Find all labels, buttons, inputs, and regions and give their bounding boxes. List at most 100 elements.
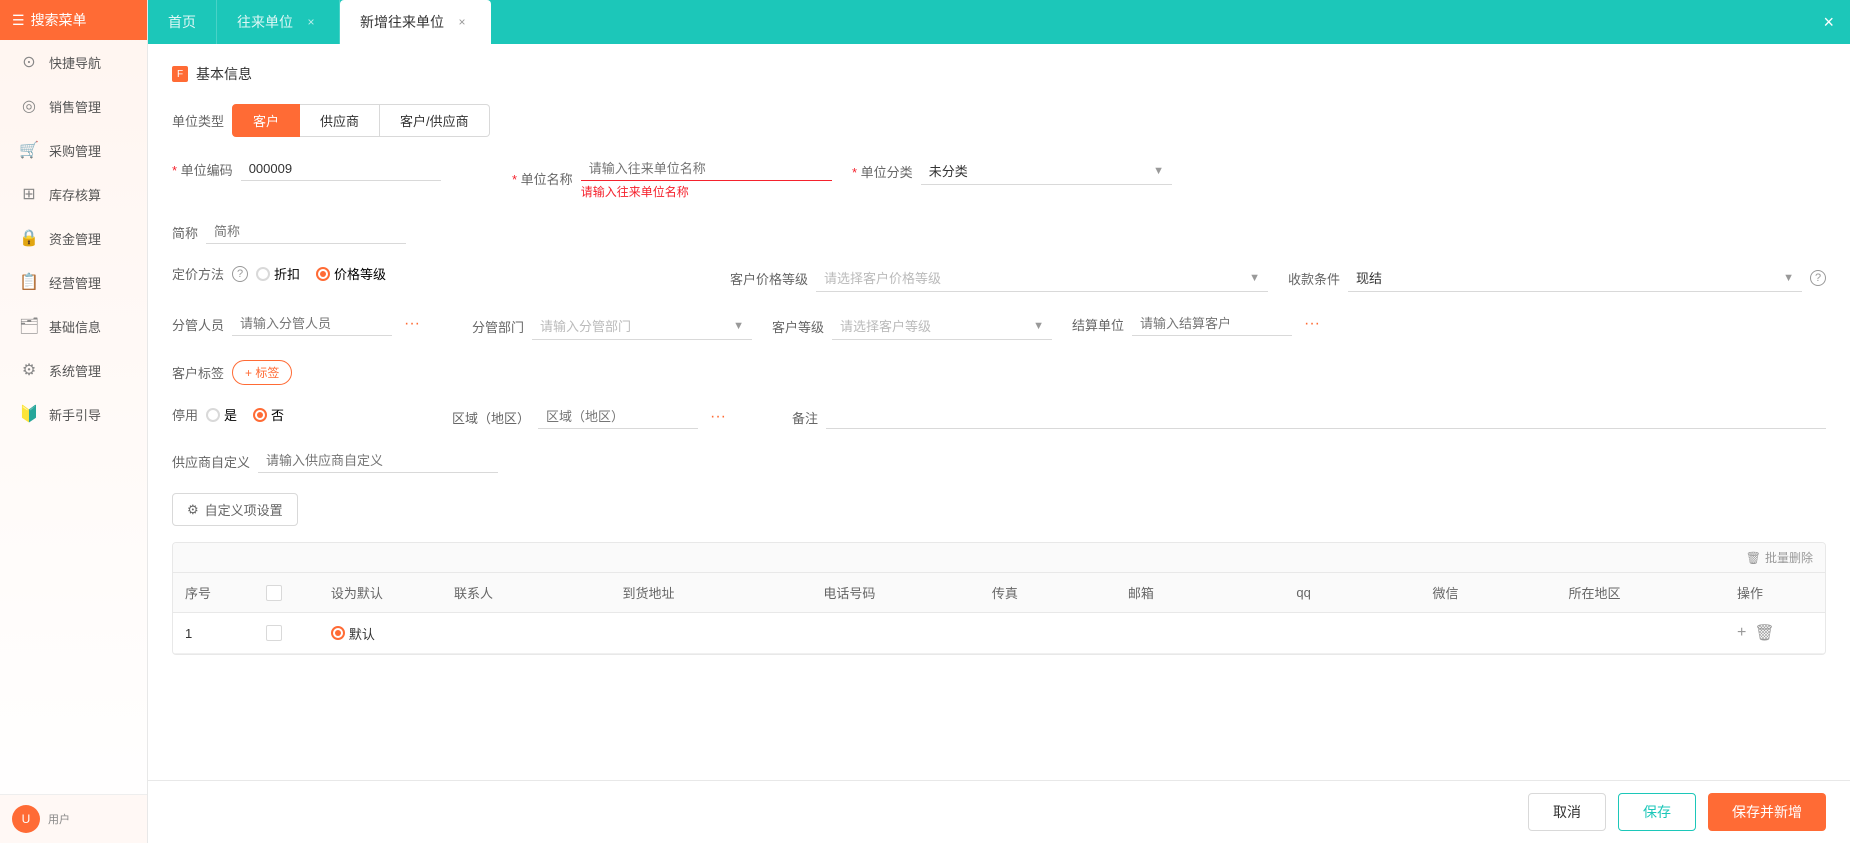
pricing-discount-radio[interactable]: 折扣 [256,264,300,283]
unit-category-select[interactable]: 未分类 ▼ [921,157,1172,185]
row-actions: + 🗑 [1737,623,1813,643]
region-label: 区域（地区） [452,408,530,427]
tab-home[interactable]: 首页 [148,0,217,44]
sidebar-item-finance[interactable]: 🔒 资金管理 [0,216,147,260]
sidebar-item-inventory[interactable]: ⊞ 库存核算 [0,172,147,216]
wechat-input[interactable] [1432,626,1492,641]
manager-dots-button[interactable]: ··· [400,315,424,333]
disable-yes-radio[interactable]: 是 [206,405,237,424]
address-input[interactable] [622,626,722,641]
unit-code-input[interactable] [241,157,441,181]
save-new-button[interactable]: 保存并新增 [1708,793,1826,831]
fax-input[interactable] [992,626,1052,641]
col-checkbox [254,573,319,613]
no-label: 否 [271,405,284,424]
tab-new-partner-close[interactable]: × [454,14,470,30]
header-checkbox[interactable] [266,585,282,601]
qq-input[interactable] [1296,626,1356,641]
region-dots-button[interactable]: ··· [706,408,730,426]
pricing-level-radio[interactable]: 价格等级 [316,264,386,283]
settlement-dots-button[interactable]: ··· [1300,315,1324,333]
unit-name-input[interactable] [581,157,832,181]
tab-partners[interactable]: 往来单位 × [217,0,340,44]
region-input[interactable] [538,405,698,429]
add-tag-button[interactable]: + 标签 [232,360,292,385]
email-input[interactable] [1128,626,1208,641]
manager-input[interactable] [232,312,392,336]
sidebar-item-label: 经营管理 [49,273,101,292]
sidebar-item-basic-info[interactable]: 🗂 基础信息 [0,304,147,348]
default-radio[interactable]: 默认 [331,624,430,643]
save-button[interactable]: 保存 [1618,793,1696,831]
customer-price-level-select[interactable]: 请选择客户价格等级 ▼ [816,264,1268,292]
sidebar-item-operations[interactable]: 📋 经营管理 [0,260,147,304]
supplier-custom-row: 供应商自定义 [172,449,1826,473]
sidebar-item-label: 新手引导 [49,405,101,424]
unit-name-input-group: 请输入往来单位名称 [581,157,832,200]
unit-type-group: 单位类型 客户 供应商 客户/供应商 [172,104,1826,137]
code-name-row: 单位编码 单位名称 请输入往来单位名称 单位分类 未分类 ▼ [172,157,1826,200]
row-checkbox[interactable] [266,625,282,641]
short-name-input[interactable] [206,220,406,244]
unit-category-label: 单位分类 [852,162,913,181]
pricing-radio-group: 折扣 价格等级 [256,264,386,283]
search-icon: ☰ [12,12,25,29]
custom-settings-button[interactable]: ⚙ 自定义项设置 [172,493,298,526]
supplier-custom-input[interactable] [258,449,498,473]
note-input[interactable] [826,405,1826,429]
search-menu-button[interactable]: ☰ 搜索菜单 [0,0,147,40]
section-icon: F [172,66,188,82]
tab-new-partner[interactable]: 新增往来单位 × [340,0,491,44]
contact-input[interactable] [454,626,534,641]
pricing-label: 定价方法 [172,264,224,283]
inventory-icon: ⊞ [19,184,39,204]
cell-qq [1284,613,1420,654]
sidebar-item-label: 资金管理 [49,229,101,248]
section-title: 基本信息 [196,64,252,84]
add-row-button[interactable]: + [1737,624,1746,642]
phone-input[interactable] [823,626,903,641]
delete-icon: 🗑 [1746,551,1761,565]
pricing-help-icon[interactable]: ? [232,266,248,282]
row-region-input[interactable] [1569,626,1649,641]
batch-delete-button[interactable]: 🗑 批量删除 [1746,549,1813,566]
col-default: 设为默认 [319,573,442,613]
sidebar-item-system[interactable]: ⚙ 系统管理 [0,348,147,392]
finance-icon: 🔒 [19,228,39,248]
payment-terms-select[interactable]: 现结 ▼ [1348,264,1802,292]
delete-row-button[interactable]: 🗑 [1754,623,1774,643]
main-area: 首页 往来单位 × 新增往来单位 × × F 基本信息 单位类型 客户 供应商 … [148,0,1850,843]
customer-level-select[interactable]: 请选择客户等级 ▼ [832,312,1052,340]
type-btn-both[interactable]: 客户/供应商 [380,104,490,137]
unit-category-group: 单位分类 未分类 ▼ [852,157,1172,185]
sidebar-item-sales[interactable]: ◎ 销售管理 [0,84,147,128]
basic-info-icon: 🗂 [19,316,39,336]
type-btn-supplier[interactable]: 供应商 [300,104,380,137]
tags-group: 客户标签 + 标签 [172,360,1826,385]
chevron-down-icon: ▼ [1033,320,1044,332]
tab-partners-close[interactable]: × [303,14,319,30]
cell-fax [980,613,1116,654]
search-menu-label: 搜索菜单 [31,10,87,30]
department-label: 分管部门 [472,317,524,336]
sidebar-item-label: 销售管理 [49,97,101,116]
sidebar-item-guide[interactable]: 🔰 新手引导 [0,392,147,436]
note-group: 备注 [792,405,1826,429]
col-actions: 操作 [1725,573,1825,613]
yes-label: 是 [224,405,237,424]
cancel-button[interactable]: 取消 [1528,793,1606,831]
col-contact: 联系人 [442,573,610,613]
note-label: 备注 [792,408,818,427]
cell-seq: 1 [173,613,254,654]
type-btn-customer[interactable]: 客户 [232,104,300,137]
default-label: 默认 [349,624,375,643]
department-select[interactable]: 请输入分管部门 ▼ [532,312,752,340]
settlement-input[interactable] [1132,312,1292,336]
customer-price-level-placeholder: 请选择客户价格等级 [824,268,941,287]
disable-no-radio[interactable]: 否 [253,405,284,424]
window-close-button[interactable]: × [1807,12,1850,33]
cell-address [610,613,811,654]
sidebar-item-purchase[interactable]: 🛒 采购管理 [0,128,147,172]
payment-help-icon[interactable]: ? [1810,270,1826,286]
sidebar-item-quick-nav[interactable]: ⊙ 快捷导航 [0,40,147,84]
